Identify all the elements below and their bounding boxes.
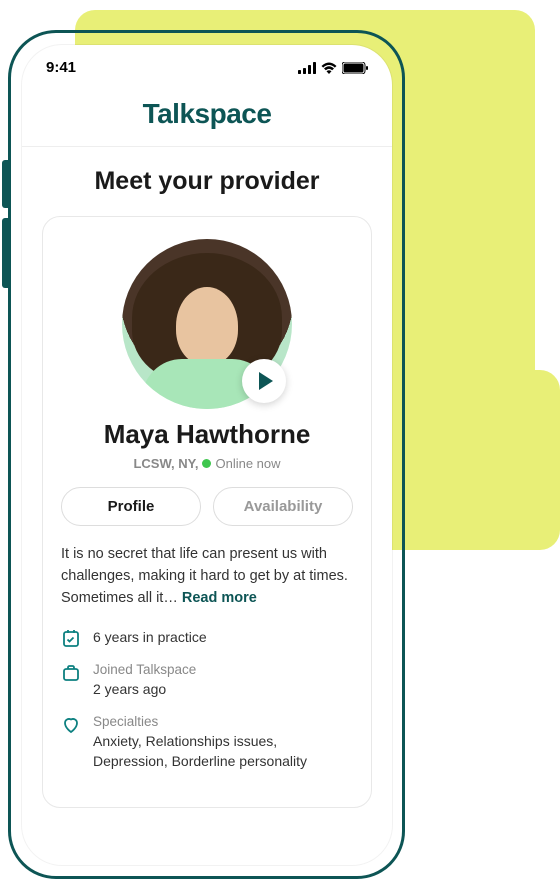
specialties-label: Specialties <box>93 714 353 729</box>
cellular-signal-icon <box>298 62 316 74</box>
info-row-experience: 6 years in practice <box>61 627 353 648</box>
phone-screen: 9:41 Talkspace Meet your provider Maya <box>22 45 392 865</box>
status-icons <box>298 62 368 74</box>
credentials-text: LCSW, NY, <box>133 456 198 471</box>
status-bar: 9:41 <box>22 45 392 84</box>
online-status-label: Online now <box>215 456 280 471</box>
provider-bio: It is no secret that life can present us… <box>61 544 353 609</box>
tab-availability[interactable]: Availability <box>213 487 353 526</box>
brand-logo: Talkspace <box>143 98 272 129</box>
provider-avatar-container <box>122 239 292 409</box>
provider-name: Maya Hawthorne <box>61 419 353 450</box>
tab-profile[interactable]: Profile <box>61 487 201 526</box>
page-title: Meet your provider <box>42 167 372 196</box>
provider-credentials: LCSW, NY, Online now <box>61 456 353 471</box>
specialties-value: Anxiety, Relationships issues, Depressio… <box>93 731 353 772</box>
online-status-dot-icon <box>202 459 211 468</box>
info-row-specialties: Specialties Anxiety, Relationships issue… <box>61 714 353 772</box>
play-video-button[interactable] <box>242 359 286 403</box>
play-icon <box>259 372 273 390</box>
tab-group: Profile Availability <box>61 487 353 526</box>
calendar-check-icon <box>61 628 81 648</box>
brand-header: Talkspace <box>22 84 392 147</box>
read-more-link[interactable]: Read more <box>182 590 257 606</box>
experience-value: 6 years in practice <box>93 627 353 647</box>
main-content: Meet your provider Maya Hawthorne LCSW, … <box>22 147 392 828</box>
wifi-icon <box>321 62 337 74</box>
battery-icon <box>342 62 368 74</box>
info-row-joined: Joined Talkspace 2 years ago <box>61 662 353 699</box>
provider-card: Maya Hawthorne LCSW, NY, Online now Prof… <box>42 216 372 808</box>
status-time: 9:41 <box>46 59 76 76</box>
joined-label: Joined Talkspace <box>93 662 353 677</box>
joined-value: 2 years ago <box>93 679 353 699</box>
briefcase-icon <box>61 663 81 683</box>
heart-icon <box>61 715 81 735</box>
